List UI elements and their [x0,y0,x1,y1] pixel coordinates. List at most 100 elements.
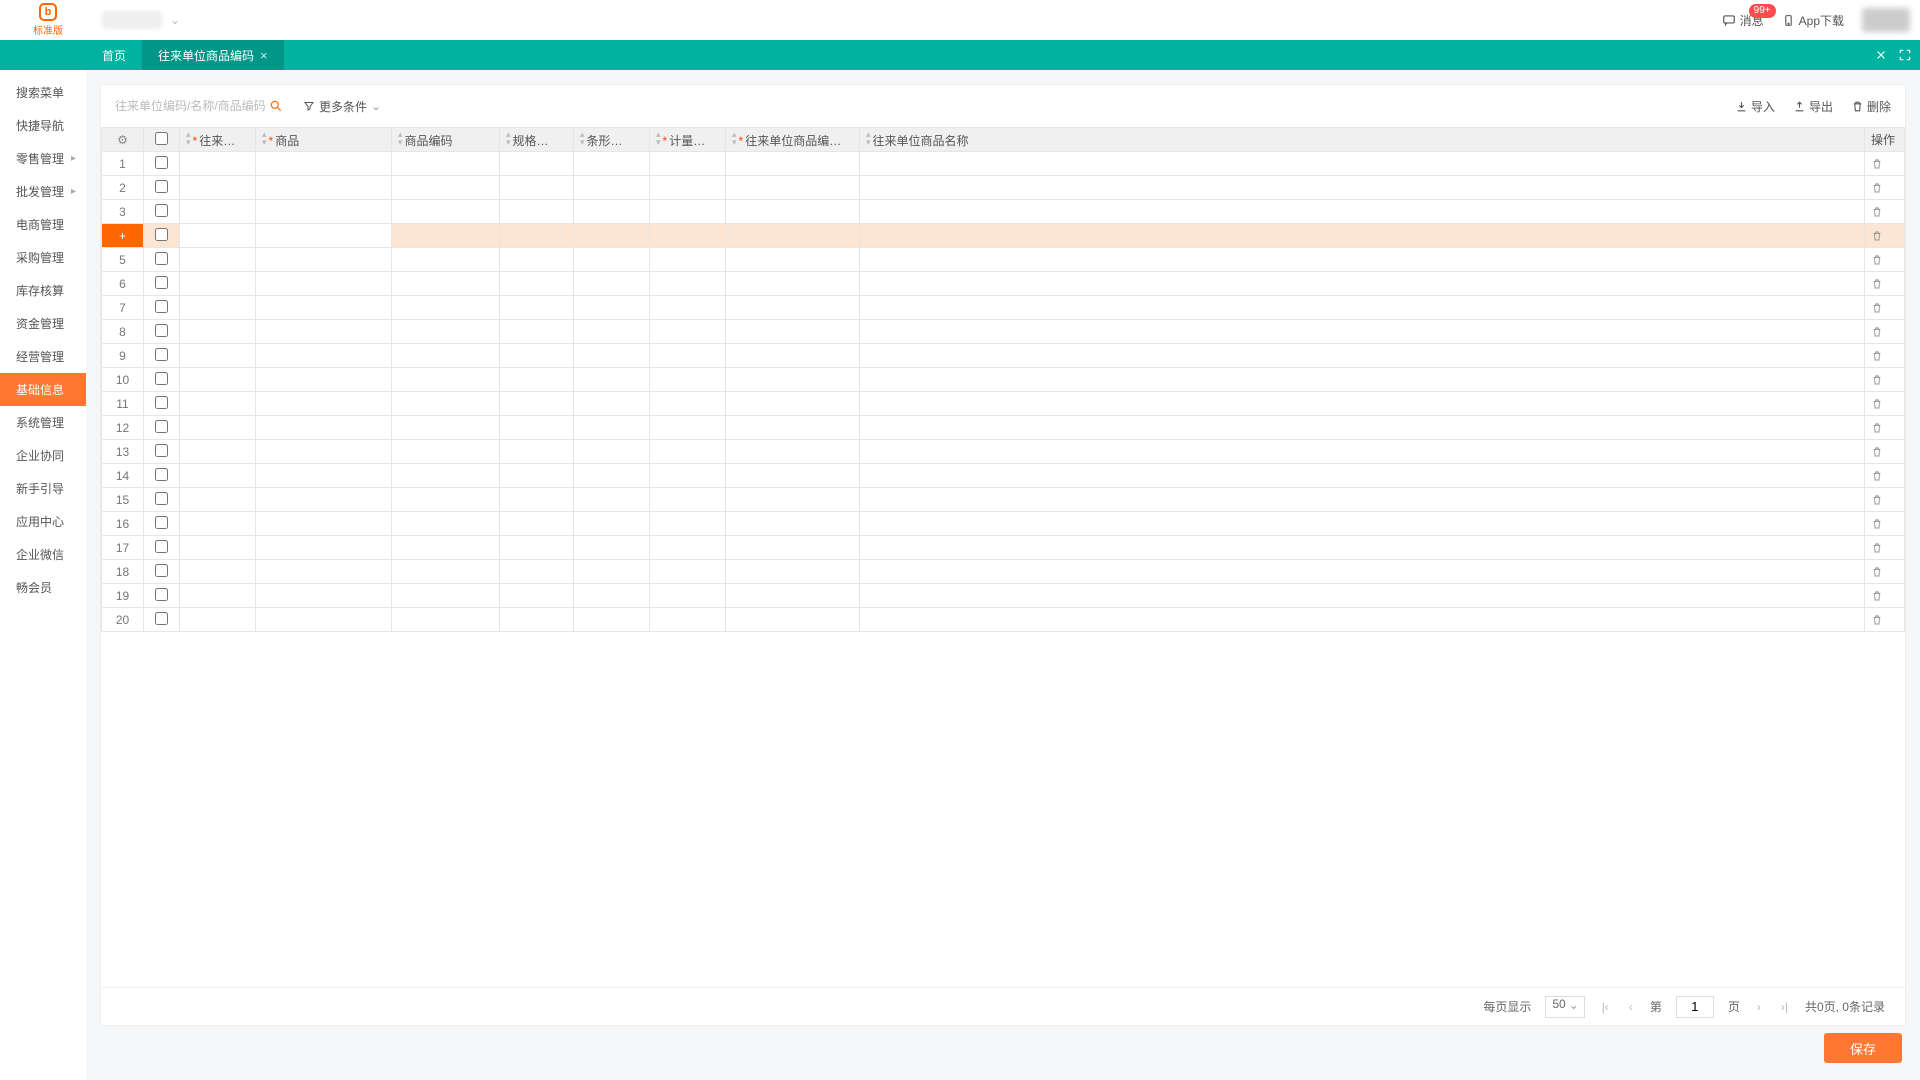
cell[interactable] [256,248,392,272]
row-select[interactable] [144,440,180,464]
trash-icon[interactable] [1871,446,1898,458]
row-checkbox[interactable] [155,348,168,361]
app-download-button[interactable]: App下载 [1782,12,1844,29]
cell[interactable] [392,224,500,248]
cell[interactable] [726,224,860,248]
cell[interactable] [256,200,392,224]
cell[interactable] [574,512,650,536]
sidebar-item-15[interactable]: 畅会员 [0,571,86,604]
row-delete[interactable] [1865,344,1905,368]
col-product-code[interactable]: ▴▾商品编码 [392,128,500,152]
col-unit[interactable]: ▴▾往来… [180,128,256,152]
export-button[interactable]: 导出 [1793,98,1833,115]
sidebar-item-11[interactable]: 企业协同 [0,439,86,472]
cell[interactable] [860,176,1865,200]
cell[interactable] [860,152,1865,176]
cell[interactable] [860,416,1865,440]
trash-icon[interactable] [1871,566,1898,578]
cell[interactable] [726,296,860,320]
cell[interactable] [650,536,726,560]
trash-icon[interactable] [1871,398,1898,410]
cell[interactable] [392,488,500,512]
page-last[interactable]: ›| [1778,1000,1791,1014]
row-delete[interactable] [1865,512,1905,536]
row-checkbox[interactable] [155,156,168,169]
cell[interactable] [180,392,256,416]
cell[interactable] [392,560,500,584]
cell[interactable] [392,176,500,200]
col-unit-prod-name[interactable]: ▴▾往来单位商品名称 [860,128,1865,152]
row-delete[interactable] [1865,296,1905,320]
cell[interactable] [650,344,726,368]
table-row[interactable]: 13 [102,440,1905,464]
cell[interactable] [650,248,726,272]
cell[interactable] [574,416,650,440]
cell[interactable] [256,392,392,416]
table-row[interactable]: 3 [102,200,1905,224]
cell[interactable] [574,584,650,608]
cell[interactable] [500,416,574,440]
cell[interactable] [392,392,500,416]
trash-icon[interactable] [1871,350,1898,362]
select-all-checkbox[interactable] [155,132,168,145]
cell[interactable] [574,248,650,272]
row-delete[interactable] [1865,416,1905,440]
row-select[interactable] [144,200,180,224]
row-delete[interactable] [1865,224,1905,248]
trash-icon[interactable] [1871,470,1898,482]
sidebar-item-1[interactable]: 快捷导航 [0,109,86,142]
cell[interactable] [392,368,500,392]
row-delete[interactable] [1865,488,1905,512]
per-page-select[interactable]: 50 [1545,996,1584,1018]
sidebar-item-6[interactable]: 库存核算 [0,274,86,307]
col-barcode[interactable]: ▴▾条形… [574,128,650,152]
row-select[interactable] [144,608,180,632]
cell[interactable] [650,272,726,296]
cell[interactable] [860,392,1865,416]
row-select[interactable] [144,248,180,272]
cell[interactable] [256,272,392,296]
cell[interactable] [392,608,500,632]
cell[interactable] [650,464,726,488]
sidebar-item-7[interactable]: 资金管理 [0,307,86,340]
cell[interactable] [392,152,500,176]
cell[interactable] [500,272,574,296]
trash-icon[interactable] [1871,302,1898,314]
row-select[interactable] [144,296,180,320]
cell[interactable] [500,200,574,224]
row-select[interactable] [144,536,180,560]
import-button[interactable]: 导入 [1735,98,1775,115]
page-first[interactable]: |‹ [1599,1000,1612,1014]
page-input[interactable] [1676,996,1714,1018]
cell[interactable] [574,296,650,320]
trash-icon[interactable] [1871,278,1898,290]
cell[interactable] [256,464,392,488]
row-checkbox[interactable] [155,516,168,529]
row-delete[interactable] [1865,368,1905,392]
table-row[interactable]: 6 [102,272,1905,296]
cell[interactable] [180,416,256,440]
cell[interactable] [650,512,726,536]
trash-icon[interactable] [1871,518,1898,530]
row-select[interactable] [144,512,180,536]
cell[interactable] [650,440,726,464]
row-delete[interactable] [1865,200,1905,224]
row-checkbox[interactable] [155,588,168,601]
cell[interactable] [180,440,256,464]
cell[interactable] [574,272,650,296]
cell[interactable] [574,560,650,584]
cell[interactable] [180,152,256,176]
cell[interactable] [500,224,574,248]
cell[interactable] [860,608,1865,632]
cell[interactable] [180,224,256,248]
cell[interactable] [180,248,256,272]
cell[interactable] [500,296,574,320]
cell[interactable] [180,608,256,632]
cell[interactable] [650,200,726,224]
cell[interactable] [256,344,392,368]
row-checkbox[interactable] [155,612,168,625]
cell[interactable] [726,584,860,608]
sidebar-item-10[interactable]: 系统管理 [0,406,86,439]
cell[interactable] [860,224,1865,248]
cell[interactable] [574,536,650,560]
